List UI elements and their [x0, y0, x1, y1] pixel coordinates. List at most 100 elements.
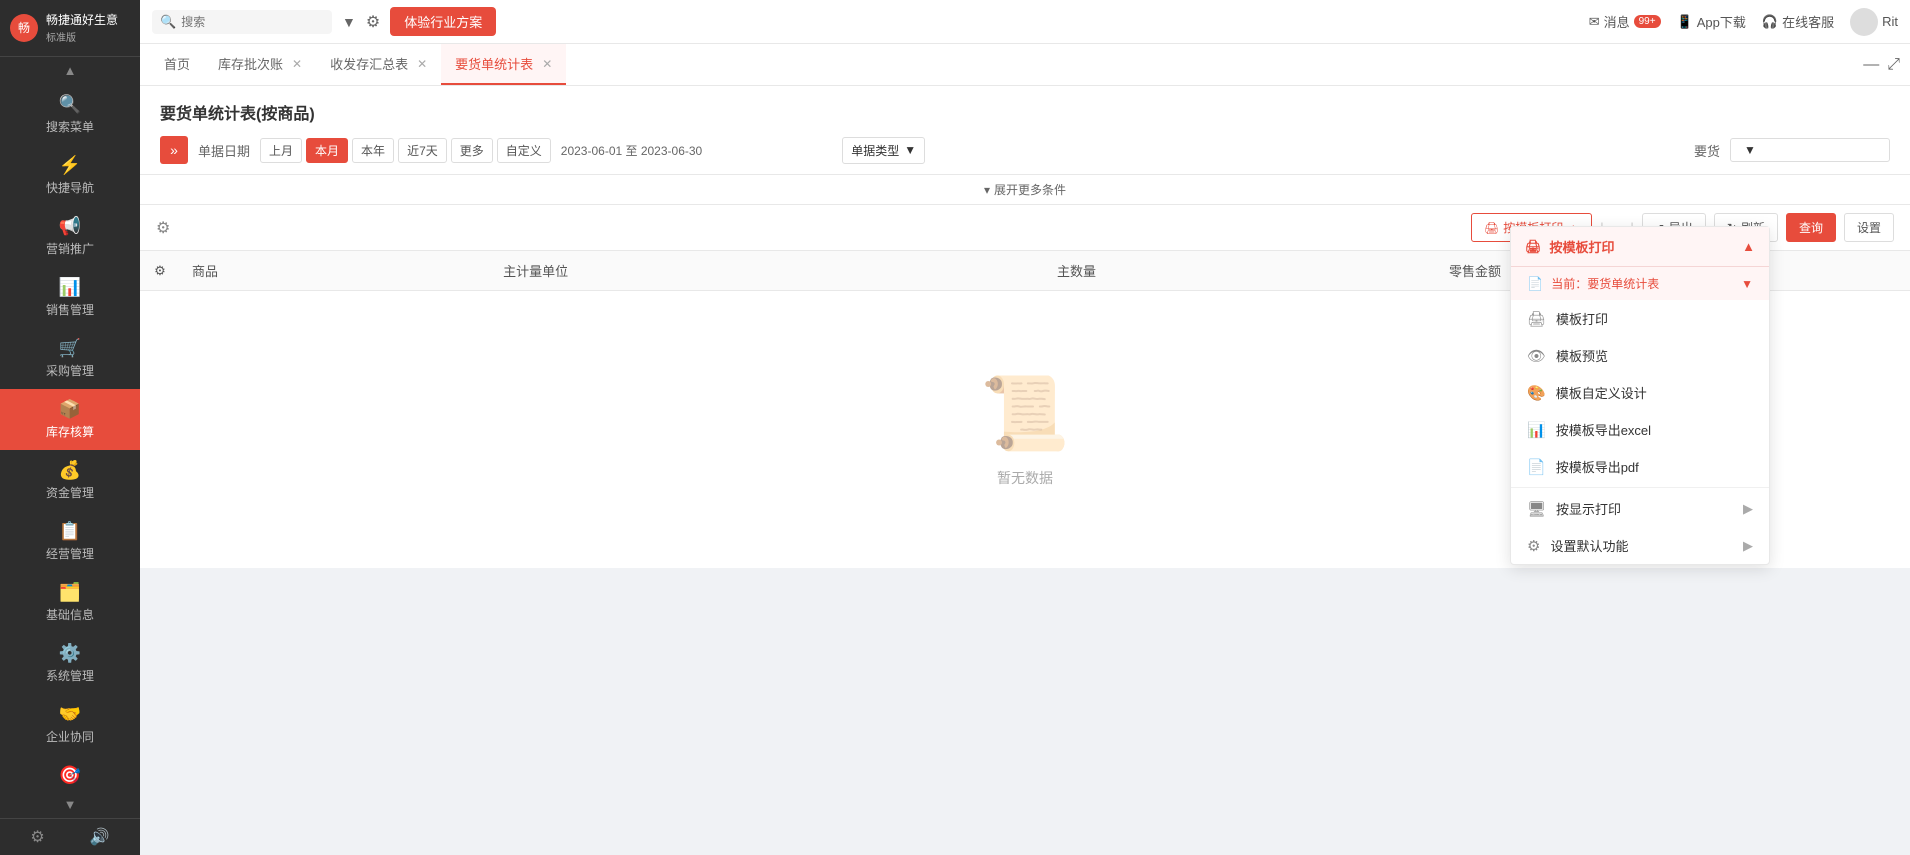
filter-row: » 单据日期 上月 本月 本年 近7天 更多 自定义 2023-06-01 至 … [160, 136, 1890, 174]
sidebar-item-guide[interactable]: 🎯 新手引导 [0, 755, 140, 791]
topbar-gear-icon[interactable]: ⚙ [366, 12, 380, 32]
online-support-label: 在线客服 [1782, 12, 1834, 31]
type-select[interactable]: 单据类型 ▼ [842, 137, 925, 164]
topbar-app-download[interactable]: 📱 App下载 [1677, 12, 1746, 31]
display-print-icon: 🖥 [1527, 500, 1546, 518]
topbar-search-box: 🔍 [152, 10, 332, 34]
page-content: 要货单统计表(按商品) » 单据日期 上月 本月 本年 近7天 更多 自定义 2… [140, 86, 1910, 855]
tab-minimize-btn[interactable]: — [1863, 56, 1879, 74]
tab-order-stats[interactable]: 要货单统计表 ✕ [441, 44, 566, 85]
current-text: 当前：要货单统计表 [1551, 275, 1659, 292]
template-preview-icon: 👁 [1527, 347, 1546, 365]
date-7days-btn[interactable]: 近7天 [398, 138, 447, 163]
type-select-label: 单据类型 [851, 142, 899, 159]
dropdown-item-export-excel[interactable]: 📊 按模板导出excel [1511, 411, 1769, 448]
tab-inventory-batch[interactable]: 库存批次账 ✕ [204, 44, 316, 85]
goods-label: 要货 [1694, 141, 1720, 160]
tabs-window-controls: — ⤢ [1863, 56, 1900, 74]
display-print-left: 🖥 按显示打印 [1527, 499, 1621, 518]
sidebar-item-basic[interactable]: 🗂️ 基础信息 [0, 572, 140, 633]
sidebar-item-search[interactable]: 🔍 搜索菜单 [0, 84, 140, 145]
date-label: 单据日期 [198, 141, 250, 160]
date-year-btn[interactable]: 本年 [352, 138, 394, 163]
date-range: 2023-06-01 至 2023-06-30 [561, 142, 702, 159]
sidebar-item-sales[interactable]: 📊 销售管理 [0, 267, 140, 328]
filter-expand-icon[interactable]: » [160, 136, 188, 164]
dropdown-header[interactable]: 🖨 按模板打印 ▲ [1511, 227, 1769, 267]
query-btn[interactable]: 查询 [1786, 213, 1836, 242]
trial-btn[interactable]: 体验行业方案 [390, 7, 496, 36]
query-label: 查询 [1799, 219, 1823, 236]
quick-nav-icon: ⚡ [59, 155, 81, 176]
export-pdf-label: 按模板导出pdf [1556, 457, 1639, 476]
table-settings-icon[interactable]: ⚙ [156, 218, 170, 238]
sidebar-item-operation[interactable]: 📋 经营管理 [0, 511, 140, 572]
app-download-label: App下载 [1697, 12, 1746, 31]
sales-icon: 📊 [59, 277, 81, 298]
topbar-dropdown-btn[interactable]: ▼ [342, 14, 356, 30]
dropdown-item-default-setting[interactable]: ⚙ 设置默认功能 ▶ [1511, 527, 1769, 564]
sidebar-scroll-up[interactable]: ▲ [0, 57, 140, 84]
sidebar-label-purchase: 采购管理 [46, 362, 94, 379]
tab-home[interactable]: 首页 [150, 44, 204, 85]
dropdown-item-template-design[interactable]: 🎨 模板自定义设计 [1511, 374, 1769, 411]
dropdown-divider [1511, 487, 1769, 488]
sidebar-item-enterprise[interactable]: 🤝 企业协同 [0, 694, 140, 755]
display-print-arrow: ▶ [1743, 501, 1753, 517]
sidebar-item-marketing[interactable]: 📢 营销推广 [0, 206, 140, 267]
empty-illustration: 📜 [980, 371, 1070, 456]
sidebar-label-inventory: 库存核算 [46, 423, 94, 440]
guide-icon: 🎯 [59, 765, 81, 786]
dropdown-item-export-pdf[interactable]: 📄 按模板导出pdf [1511, 448, 1769, 485]
tab-inventory-batch-close[interactable]: ✕ [292, 57, 302, 71]
headset-icon: 🎧 [1762, 14, 1778, 30]
sidebar-item-system[interactable]: ⚙️ 系统管理 [0, 633, 140, 694]
sidebar-label-finance: 资金管理 [46, 484, 94, 501]
template-design-label: 模板自定义设计 [1556, 383, 1647, 402]
finance-icon: 💰 [59, 460, 81, 481]
date-current-month-btn[interactable]: 本月 [306, 138, 348, 163]
sidebar-footer: ⚙ 🔊 [0, 818, 140, 855]
sidebar-label-enterprise: 企业协同 [46, 728, 94, 745]
goods-select[interactable]: ▼ [1730, 138, 1890, 162]
type-select-arrow: ▼ [904, 143, 916, 157]
dropdown-title: 按模板打印 [1550, 237, 1615, 256]
sidebar-scroll-down[interactable]: ▼ [0, 791, 140, 818]
sidebar-item-purchase[interactable]: 🛒 采购管理 [0, 328, 140, 389]
current-template-label[interactable]: 📄 当前：要货单统计表 ▼ [1511, 267, 1769, 300]
template-preview-label: 模板预览 [1556, 346, 1608, 365]
dropdown-item-template-print[interactable]: 🖨 模板打印 [1511, 300, 1769, 337]
sidebar-item-finance[interactable]: 💰 资金管理 [0, 450, 140, 511]
dropdown-item-display-print[interactable]: 🖥 按显示打印 ▶ [1511, 490, 1769, 527]
expand-more-btn[interactable]: ▾ 展开更多条件 [984, 181, 1066, 198]
user-name: Rit [1882, 14, 1898, 29]
search-icon: 🔍 [59, 94, 81, 115]
purchase-icon: 🛒 [59, 338, 81, 359]
date-more-btn[interactable]: 更多 [451, 138, 493, 163]
search-input[interactable] [181, 15, 324, 29]
tab-fullscreen-btn[interactable]: ⤢ [1887, 56, 1900, 74]
basic-icon: 🗂️ [59, 582, 81, 603]
topbar-online-support[interactable]: 🎧 在线客服 [1762, 12, 1834, 31]
app-name: 畅捷通好生意 [46, 12, 118, 29]
sidebar-label-sales: 销售管理 [46, 301, 94, 318]
default-setting-left: ⚙ 设置默认功能 [1527, 536, 1628, 555]
sidebar-settings-btn[interactable]: ⚙ [30, 827, 44, 847]
tab-home-label: 首页 [164, 54, 190, 73]
sidebar-item-quick-nav[interactable]: ⚡ 快捷导航 [0, 145, 140, 206]
tab-order-stats-close[interactable]: ✕ [542, 57, 552, 71]
tab-receipt-summary-close[interactable]: ✕ [417, 57, 427, 71]
dropdown-collapse-icon[interactable]: ▲ [1742, 239, 1755, 254]
settings-btn[interactable]: 设置 [1844, 213, 1894, 242]
col-settings-icon[interactable]: ⚙ [154, 263, 166, 278]
sidebar-item-inventory[interactable]: 📦 库存核算 [0, 389, 140, 450]
tab-receipt-summary[interactable]: 收发存汇总表 ✕ [316, 44, 441, 85]
date-custom-btn[interactable]: 自定义 [497, 138, 551, 163]
sidebar-audio-btn[interactable]: 🔊 [90, 827, 110, 847]
dropdown-item-template-preview[interactable]: 👁 模板预览 [1511, 337, 1769, 374]
tab-receipt-summary-label: 收发存汇总表 [330, 54, 408, 73]
settings-label: 设置 [1857, 219, 1881, 236]
topbar-message[interactable]: ✉ 消息 99+ [1589, 12, 1661, 31]
topbar-user-avatar[interactable]: Rit [1850, 8, 1898, 36]
date-prev-month-btn[interactable]: 上月 [260, 138, 302, 163]
